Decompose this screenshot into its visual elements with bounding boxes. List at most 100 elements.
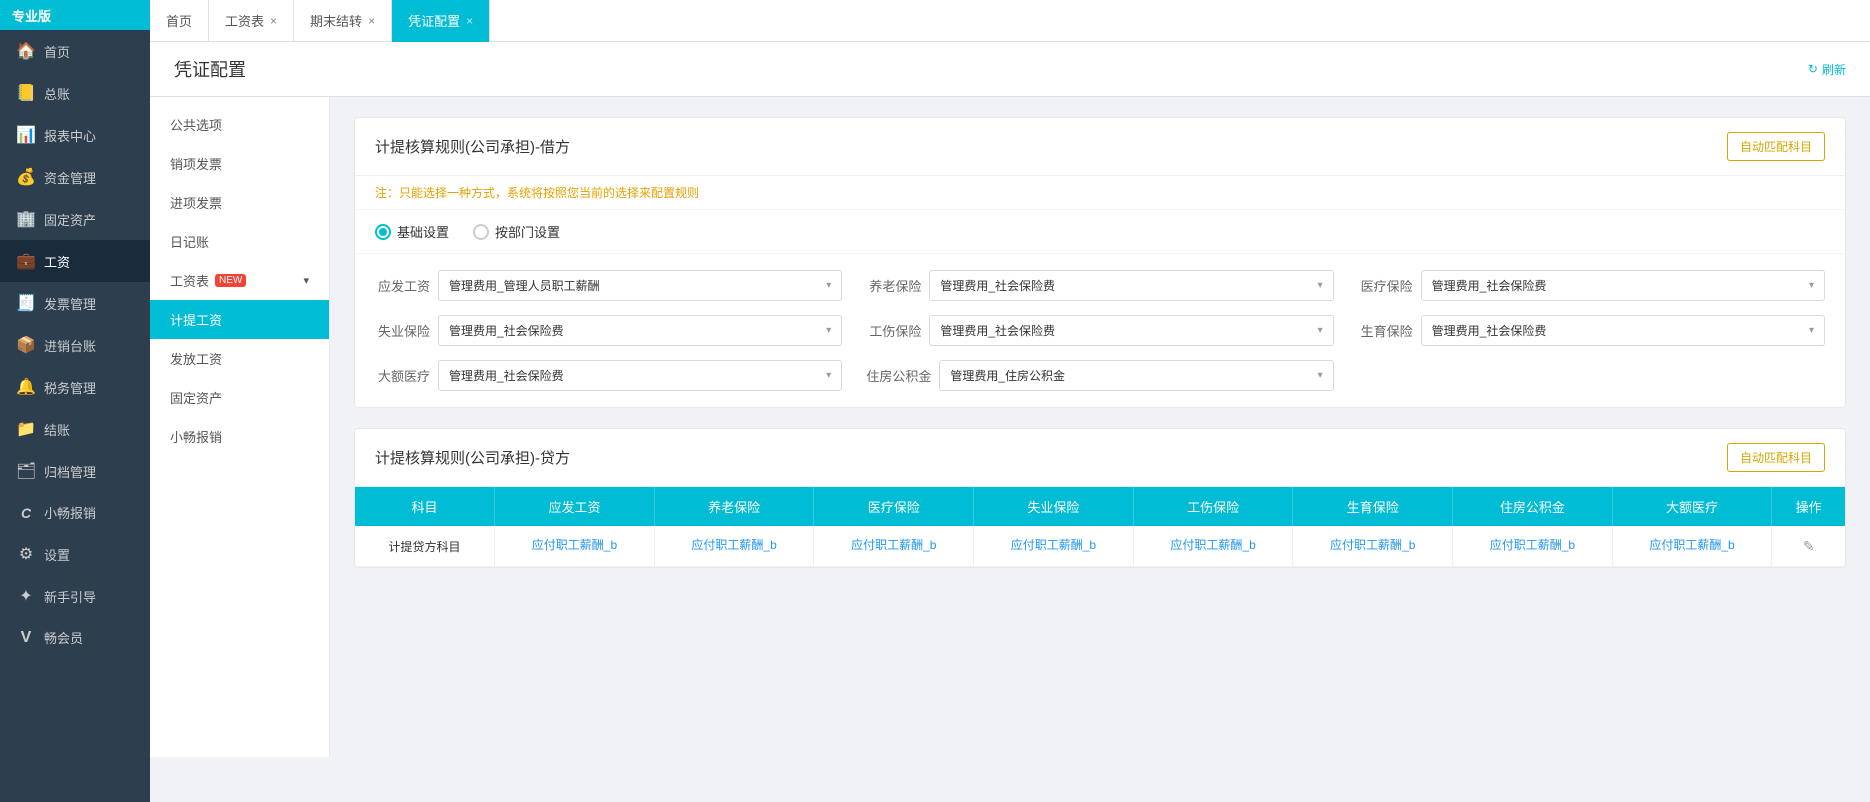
chevron-down-icon: ▾: [826, 280, 831, 291]
tab-payroll-table[interactable]: 工资表 ×: [209, 0, 294, 42]
tab-voucher-config[interactable]: 凭证配置 ×: [392, 0, 490, 42]
th-subject: 科目: [355, 487, 495, 526]
radio-department-circle: [473, 224, 489, 240]
left-nav-petty-expense[interactable]: 小畅报销: [150, 417, 329, 456]
left-nav-item-label: 日记账: [170, 232, 209, 251]
sidebar-item-label: 总账: [44, 84, 70, 103]
archive-icon: 🗂: [16, 461, 36, 481]
select-housing-fund[interactable]: 管理费用_住房公积金 ▾: [939, 360, 1333, 391]
tax-icon: 🔔: [16, 377, 36, 397]
sidebar-item-purchase-sales[interactable]: 📦 进销台账: [0, 324, 150, 366]
debit-form-grid: 应发工资 管理费用_管理人员职工薪酬 ▾ 养老保险 管理费用_社会保险费: [355, 254, 1845, 407]
td-pension: 应付职工薪酬_b: [654, 526, 814, 567]
select-injury[interactable]: 管理费用_社会保险费 ▾: [929, 315, 1333, 346]
select-salary[interactable]: 管理费用_管理人员职工薪酬 ▾: [438, 270, 842, 301]
select-salary-value: 管理费用_管理人员职工薪酬: [449, 277, 820, 294]
radio-basic-circle: [375, 224, 391, 240]
left-nav-item-label: 工资表: [170, 271, 209, 290]
debit-notice: 注：只能选择一种方式，系统将按照您当前的选择来配置规则: [355, 176, 1845, 210]
chevron-down-icon: ▾: [1318, 325, 1323, 336]
sidebar-item-label: 固定资产: [44, 210, 96, 229]
label-pension: 养老保险: [866, 276, 921, 295]
content-layout: 公共选项 销项发票 进项发票 日记账 工资表 NEW ▾: [150, 97, 1870, 757]
left-nav-item-label: 进项发票: [170, 193, 222, 212]
refresh-button[interactable]: ↻ 刷新: [1808, 61, 1846, 78]
left-nav-fixed-assets[interactable]: 固定资产: [150, 378, 329, 417]
tab-bar: 首页 工资表 × 期末结转 × 凭证配置 ×: [150, 0, 1870, 42]
left-nav-item-label: 固定资产: [170, 388, 222, 407]
cell-unemployment: 应付职工薪酬_b: [1011, 536, 1096, 553]
left-nav-public-options[interactable]: 公共选项: [150, 105, 329, 144]
left-nav-journal[interactable]: 日记账: [150, 222, 329, 261]
left-nav-purchase-invoice[interactable]: 进项发票: [150, 183, 329, 222]
label-major-medical: 大额医疗: [375, 366, 430, 385]
sidebar-item-fixed-assets[interactable]: 🏢 固定资产: [0, 198, 150, 240]
sidebar-item-guide[interactable]: ✦ 新手引导: [0, 575, 150, 617]
sidebar-item-payroll[interactable]: 💼 工资: [0, 240, 150, 282]
select-medical[interactable]: 管理费用_社会保险费 ▾: [1421, 270, 1825, 301]
tab-payroll-table-close[interactable]: ×: [270, 14, 277, 28]
page-title: 凭证配置: [174, 56, 246, 82]
radio-basic-label: 基础设置: [397, 222, 449, 241]
form-row-3: 大额医疗 管理费用_社会保险费 ▾ 住房公积金 管理费用_住房公积金: [375, 360, 1825, 391]
left-nav-sales-invoice[interactable]: 销项发票: [150, 144, 329, 183]
tab-period-close[interactable]: 期末结转 ×: [294, 0, 392, 42]
select-pension[interactable]: 管理费用_社会保险费 ▾: [929, 270, 1333, 301]
sidebar-item-vip[interactable]: V 畅会员: [0, 617, 150, 658]
section-debit-title: 计提核算规则(公司承担)-借方: [375, 136, 570, 157]
left-nav: 公共选项 销项发票 进项发票 日记账 工资表 NEW ▾: [150, 97, 330, 757]
left-nav-item-label: 公共选项: [170, 115, 222, 134]
tab-payroll-table-label: 工资表: [225, 11, 264, 30]
radio-department[interactable]: 按部门设置: [473, 222, 560, 241]
sidebar-item-funds[interactable]: 💰 资金管理: [0, 156, 150, 198]
select-major-medical[interactable]: 管理费用_社会保险费 ▾: [438, 360, 842, 391]
tab-voucher-config-close[interactable]: ×: [466, 14, 473, 28]
select-major-medical-value: 管理费用_社会保险费: [449, 367, 820, 384]
tab-period-close-close[interactable]: ×: [368, 14, 375, 28]
sidebar-item-label: 工资: [44, 252, 70, 271]
left-nav-payroll-table[interactable]: 工资表 NEW ▾: [150, 261, 329, 300]
select-housing-fund-value: 管理费用_住房公积金: [950, 367, 1311, 384]
sidebar-item-reports[interactable]: 📊 报表中心: [0, 114, 150, 156]
chevron-down-icon: ▾: [1809, 280, 1814, 291]
sidebar-item-settings[interactable]: ⚙ 设置: [0, 533, 150, 575]
left-nav-item-label: 计提工资: [170, 310, 222, 329]
select-medical-value: 管理费用_社会保险费: [1432, 277, 1803, 294]
sidebar-item-invoice[interactable]: 🧾 发票管理: [0, 282, 150, 324]
new-badge: NEW: [215, 274, 246, 287]
left-nav-accrued-payroll[interactable]: 计提工资: [150, 300, 329, 339]
section-debit-header: 计提核算规则(公司承担)-借方 自动匹配科目: [355, 118, 1845, 176]
tab-home[interactable]: 首页: [150, 0, 209, 42]
left-nav-item-label: 销项发票: [170, 154, 222, 173]
sidebar-item-home[interactable]: 🏠 首页: [0, 30, 150, 72]
sidebar-item-mini-expense[interactable]: C 小畅报销: [0, 492, 150, 533]
section-debit: 计提核算规则(公司承担)-借方 自动匹配科目 注：只能选择一种方式，系统将按照您…: [354, 117, 1846, 408]
sidebar-item-tax[interactable]: 🔔 税务管理: [0, 366, 150, 408]
chevron-down-icon: ▾: [1809, 325, 1814, 336]
left-nav-pay-payroll[interactable]: 发放工资: [150, 339, 329, 378]
td-maternity: 应付职工薪酬_b: [1293, 526, 1453, 567]
edit-icon[interactable]: ✎: [1803, 538, 1815, 554]
select-maternity[interactable]: 管理费用_社会保险费 ▾: [1421, 315, 1825, 346]
ledger-icon: 📒: [16, 83, 36, 103]
sidebar-item-label: 小畅报销: [44, 503, 96, 522]
table-row: 计提贷方科目 应付职工薪酬_b 应付职工薪酬_b 应付职工薪酬_b 应付职工薪酬…: [355, 526, 1845, 567]
td-injury: 应付职工薪酬_b: [1133, 526, 1293, 567]
purchase-sales-icon: 📦: [16, 335, 36, 355]
field-housing-fund: 住房公积金 管理费用_住房公积金 ▾: [866, 360, 1333, 391]
sidebar-item-closing[interactable]: 📁 结账: [0, 408, 150, 450]
th-salary: 应发工资: [495, 487, 655, 526]
th-unemployment: 失业保险: [974, 487, 1134, 526]
field-salary: 应发工资 管理费用_管理人员职工薪酬 ▾: [375, 270, 842, 301]
auto-match-debit-button[interactable]: 自动匹配科目: [1727, 132, 1825, 161]
section-credit-title: 计提核算规则(公司承担)-贷方: [375, 447, 570, 468]
sidebar-item-archive[interactable]: 🗂 归档管理: [0, 450, 150, 492]
sidebar-item-ledger[interactable]: 📒 总账: [0, 72, 150, 114]
th-action: 操作: [1772, 487, 1845, 526]
debit-radio-group: 基础设置 按部门设置: [355, 210, 1845, 254]
td-subject: 计提贷方科目: [355, 526, 495, 567]
auto-match-credit-button[interactable]: 自动匹配科目: [1727, 443, 1825, 472]
th-housing: 住房公积金: [1453, 487, 1613, 526]
radio-basic[interactable]: 基础设置: [375, 222, 449, 241]
select-unemployment[interactable]: 管理费用_社会保险费 ▾: [438, 315, 842, 346]
